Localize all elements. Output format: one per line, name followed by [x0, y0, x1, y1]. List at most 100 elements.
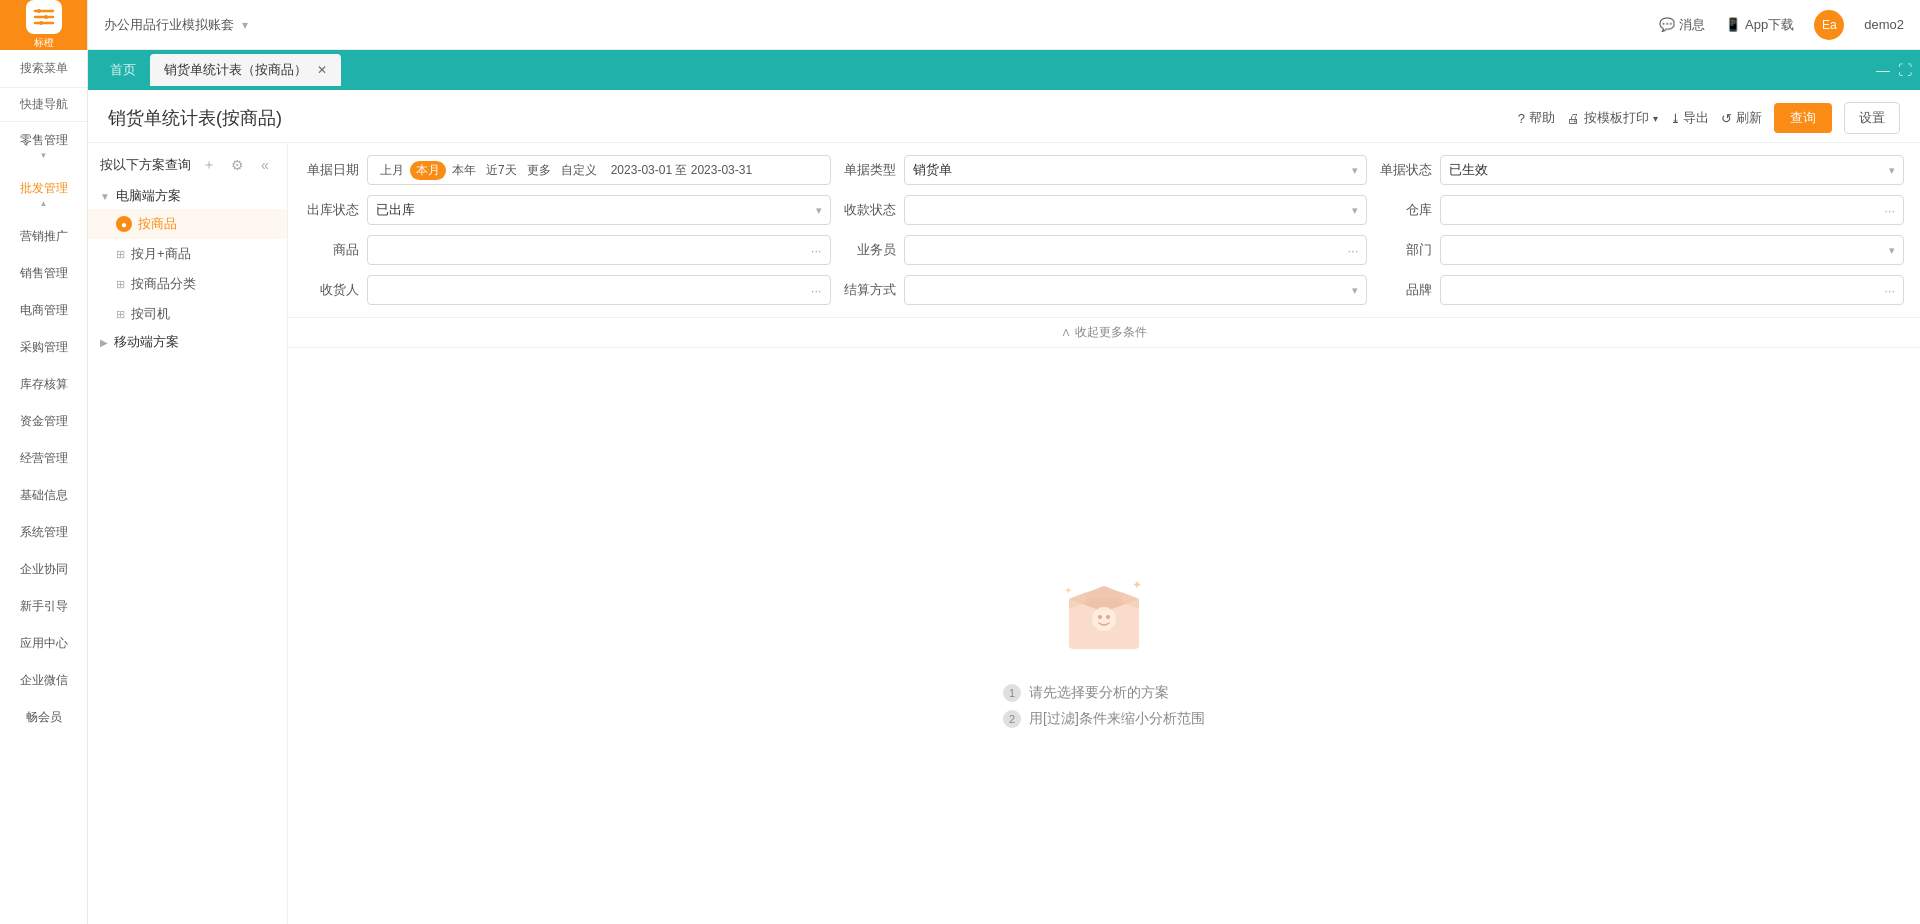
sidebar-item-system[interactable]: 系统管理 — [0, 514, 87, 551]
date-tab-last-month[interactable]: 上月 — [376, 161, 408, 180]
sidebar-item-sales[interactable]: 销售管理 — [0, 255, 87, 292]
date-tab-custom[interactable]: 自定义 — [557, 161, 601, 180]
help-icon: ? — [1518, 111, 1525, 126]
scheme-settings-icon[interactable]: ⚙ — [227, 155, 247, 175]
scheme-item-by-cashier[interactable]: ⊞ 按司机 — [88, 299, 287, 329]
tab-home[interactable]: 首页 — [96, 54, 150, 86]
department-control[interactable]: ▾ — [1440, 235, 1904, 265]
query-button[interactable]: 查询 — [1774, 103, 1832, 133]
svg-text:·: · — [1119, 575, 1121, 584]
sidebar-item-wechat-label: 企业微信 — [20, 672, 68, 689]
scheme-item-by-month-product[interactable]: ⊞ 按月+商品 — [88, 239, 287, 269]
refresh-label: 刷新 — [1736, 109, 1762, 127]
tab-window-buttons: — ⛶ — [1876, 62, 1912, 78]
scheme-item-icon-cashier: ⊞ — [116, 308, 125, 321]
user-avatar[interactable]: Ea — [1814, 10, 1844, 40]
help-button[interactable]: ? 帮助 — [1518, 109, 1555, 127]
logo-area[interactable]: 标橙 — [0, 0, 87, 50]
tab-close-icon[interactable]: ✕ — [317, 63, 327, 77]
print-button[interactable]: 🖨 按模板打印 ▾ — [1567, 109, 1658, 127]
scheme-group-desktop-header[interactable]: ▼ 电脑端方案 — [88, 183, 287, 209]
scheme-item-by-product[interactable]: ● 按商品 — [88, 209, 287, 239]
brand-control[interactable]: ··· — [1440, 275, 1904, 305]
scheme-collapse-icon[interactable]: « — [255, 155, 275, 175]
product-filter-item: 商品 ··· — [304, 235, 831, 265]
window-maximize-icon[interactable]: ⛶ — [1898, 62, 1912, 78]
sidebar-item-basic[interactable]: 基础信息 — [0, 477, 87, 514]
doc-type-dropdown-icon: ▾ — [1352, 164, 1358, 177]
sidebar-item-retail[interactable]: 零售管理 ▼ — [0, 122, 87, 170]
sidebar-item-wholesale[interactable]: 批发管理 ▲ — [0, 170, 87, 218]
scheme-item-by-product-label: 按商品 — [138, 215, 177, 233]
sidebar-item-inventory[interactable]: 库存核算 — [0, 366, 87, 403]
window-minimize-icon[interactable]: — — [1876, 62, 1890, 78]
doc-type-control[interactable]: 销货单 ▾ — [904, 155, 1368, 185]
refresh-button[interactable]: ↺ 刷新 — [1721, 109, 1762, 127]
scheme-item-by-category[interactable]: ⊞ 按商品分类 — [88, 269, 287, 299]
tip-text-2: 用[过滤]条件来缩小分析范围 — [1029, 710, 1205, 728]
salesperson-control[interactable]: ··· — [904, 235, 1368, 265]
doc-status-filter-item: 单据状态 已生效 ▾ — [1377, 155, 1904, 185]
date-tab-7days[interactable]: 近7天 — [482, 161, 521, 180]
search-menu[interactable]: 搜索菜单 — [0, 50, 87, 88]
tab-sales-report[interactable]: 销货单统计表（按商品） ✕ — [150, 54, 341, 86]
help-label: 帮助 — [1529, 109, 1555, 127]
scheme-item-by-month-product-label: 按月+商品 — [131, 245, 191, 263]
print-icon: 🖨 — [1567, 111, 1580, 126]
collapse-bar[interactable]: ∧ 收起更多条件 — [288, 318, 1920, 348]
doc-status-filter-label: 单据状态 — [1377, 161, 1432, 179]
doc-status-control[interactable]: 已生效 ▾ — [1440, 155, 1904, 185]
product-control[interactable]: ··· — [367, 235, 831, 265]
sidebar-item-guide-label: 新手引导 — [20, 598, 68, 615]
scheme-panel: 按以下方案查询 ＋ ⚙ « ▼ 电脑端方案 ● 按商品 ⊞ — [88, 143, 288, 924]
tab-home-label: 首页 — [110, 61, 136, 79]
sidebar-item-retail-label: 零售管理 — [20, 132, 68, 149]
date-range-control[interactable]: 上月 本月 本年 近7天 更多 自定义 2023-03-01 至 2023-03… — [367, 155, 831, 185]
svg-text:✦: ✦ — [1064, 585, 1072, 596]
sidebar-item-basic-label: 基础信息 — [20, 487, 68, 504]
sidebar-item-ecommerce[interactable]: 电商管理 — [0, 292, 87, 329]
sidebar-item-guide[interactable]: 新手引导 — [0, 588, 87, 625]
receiver-control[interactable]: ··· — [367, 275, 831, 305]
out-status-control[interactable]: 已出库 ▾ — [367, 195, 831, 225]
settlement-control[interactable]: ▾ — [904, 275, 1368, 305]
sidebar-item-member[interactable]: 畅会员 — [0, 699, 87, 736]
sidebar-item-wechat[interactable]: 企业微信 — [0, 662, 87, 699]
workspace-dropdown-icon[interactable]: ▾ — [242, 18, 248, 32]
sidebar-item-finance[interactable]: 资金管理 — [0, 403, 87, 440]
sidebar-item-operations[interactable]: 经营管理 — [0, 440, 87, 477]
brand-filter-item: 品牌 ··· — [1377, 275, 1904, 305]
tip-num-1: 1 — [1003, 684, 1021, 702]
export-label: 导出 — [1683, 109, 1709, 127]
sidebar-item-apps[interactable]: 应用中心 — [0, 625, 87, 662]
sidebar-item-member-label: 畅会员 — [26, 709, 62, 726]
svg-point-7 — [1092, 607, 1116, 631]
quick-nav[interactable]: 快捷导航 — [0, 88, 87, 122]
date-tab-more[interactable]: 更多 — [523, 161, 555, 180]
settlement-filter-item: 结算方式 ▾ — [841, 275, 1368, 305]
scheme-group-mobile-header[interactable]: ▶ 移动端方案 — [88, 329, 287, 355]
sidebar-item-cooperation[interactable]: 企业协同 — [0, 551, 87, 588]
department-dropdown-icon: ▾ — [1889, 244, 1895, 257]
sidebar-item-purchase[interactable]: 采购管理 — [0, 329, 87, 366]
department-filter-label: 部门 — [1377, 241, 1432, 259]
nav-items: 零售管理 ▼ 批发管理 ▲ 营销推广 销售管理 电商管理 采购管理 库存核算 资… — [0, 122, 87, 924]
message-button[interactable]: 💬 消息 — [1659, 16, 1705, 34]
collection-status-filter-label: 收款状态 — [841, 201, 896, 219]
receiver-filter-item: 收货人 ··· — [304, 275, 831, 305]
svg-point-0 — [37, 9, 41, 13]
collection-status-control[interactable]: ▾ — [904, 195, 1368, 225]
user-name[interactable]: demo2 — [1864, 17, 1904, 32]
sidebar-item-marketing[interactable]: 营销推广 — [0, 218, 87, 255]
warehouse-control[interactable]: ··· — [1440, 195, 1904, 225]
date-tab-this-year[interactable]: 本年 — [448, 161, 480, 180]
date-tab-this-month[interactable]: 本月 — [410, 161, 446, 180]
settings-button[interactable]: 设置 — [1844, 102, 1900, 134]
app-download-button[interactable]: 📱 App下载 — [1725, 16, 1794, 34]
product-filter-label: 商品 — [304, 241, 359, 259]
warehouse-filter-item: 仓库 ··· — [1377, 195, 1904, 225]
tab-bar: 首页 销货单统计表（按商品） ✕ — ⛶ — [88, 50, 1920, 90]
group-mobile-arrow: ▶ — [100, 337, 108, 348]
export-button[interactable]: ⤓ 导出 — [1670, 109, 1709, 127]
scheme-add-button[interactable]: ＋ — [199, 155, 219, 175]
